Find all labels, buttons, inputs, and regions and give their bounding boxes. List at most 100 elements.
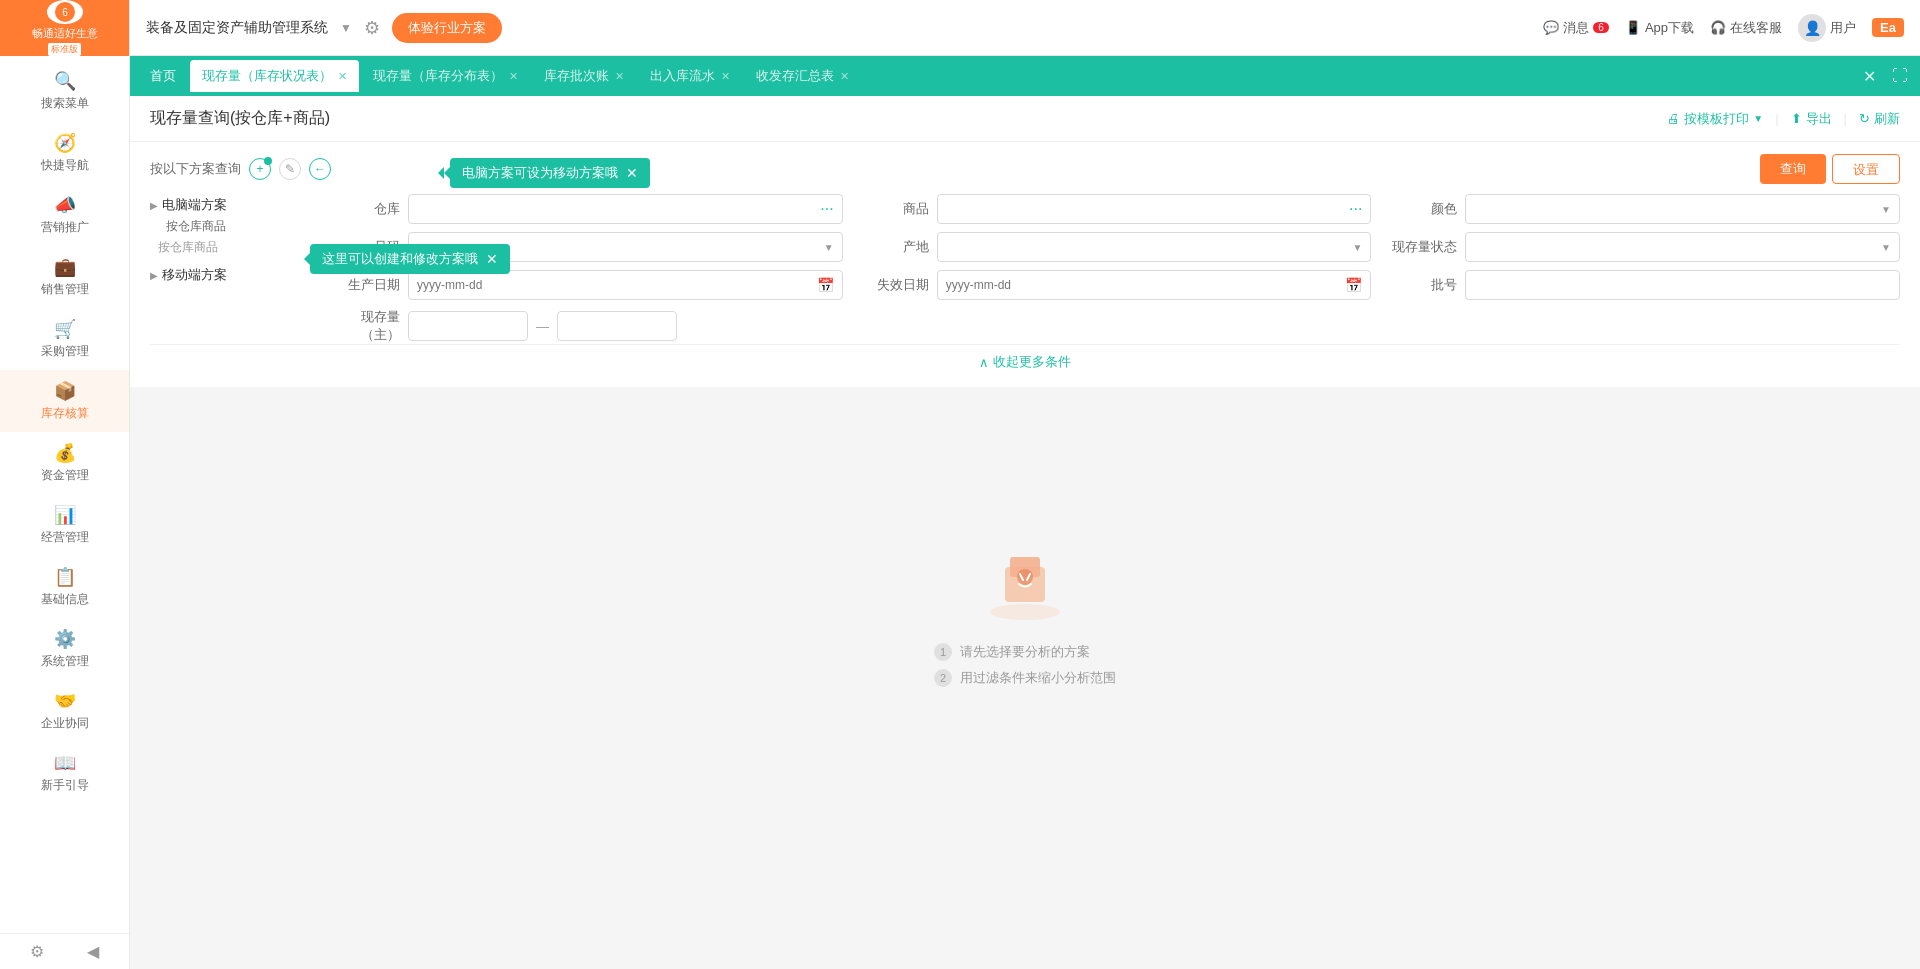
- header-dropdown-btn[interactable]: ▼: [340, 21, 352, 35]
- filter-area: 按以下方案查询 + ✎ ← 电脑方案可设为移动方案哦 ✕: [130, 142, 1920, 387]
- expire-date-input[interactable]: 📅: [937, 270, 1372, 300]
- export-btn[interactable]: ⬆ 导出: [1791, 110, 1832, 128]
- sidebar-item-label: 营销推广: [41, 219, 89, 236]
- sidebar-item-nav[interactable]: 🧭 快捷导航: [0, 122, 129, 184]
- sidebar-item-sales[interactable]: 💼 销售管理: [0, 246, 129, 308]
- pc-scheme-label: 电脑端方案: [162, 196, 227, 214]
- tab-close-icon[interactable]: ✕: [721, 70, 730, 83]
- search-btn[interactable]: 查询: [1760, 154, 1826, 184]
- goods-input[interactable]: ···: [937, 194, 1372, 224]
- sidebar-item-corp[interactable]: 🤝 企业协同: [0, 680, 129, 742]
- filter-row-4: 现存量（主） —: [330, 308, 1900, 344]
- stock-status-select[interactable]: ▼: [1465, 232, 1900, 262]
- header-industry-btn[interactable]: 体验行业方案: [392, 13, 502, 43]
- tab-close-icon[interactable]: ✕: [509, 70, 518, 83]
- produce-date-icon: 📅: [817, 277, 834, 293]
- msg-icon: 💬: [1543, 20, 1559, 35]
- goods-label: 商品: [859, 200, 929, 218]
- tab-summary[interactable]: 收发存汇总表 ✕: [744, 60, 861, 92]
- sidebar-item-purchase[interactable]: 🛒 采购管理: [0, 308, 129, 370]
- sidebar-settings-btn[interactable]: ⚙: [30, 942, 44, 961]
- mobile-scheme-label: 移动端方案: [162, 266, 227, 284]
- produce-date-input[interactable]: 📅: [408, 270, 843, 300]
- sidebar-item-label: 基础信息: [41, 591, 89, 608]
- pc-scheme-sub[interactable]: 按仓库商品: [150, 216, 310, 237]
- collapse-label: 收起更多条件: [993, 353, 1071, 371]
- basic-icon: 📋: [54, 566, 76, 588]
- fullscreen-btn[interactable]: ⛶: [1888, 63, 1912, 89]
- reset-btn[interactable]: 设置: [1832, 154, 1900, 184]
- sub-label: 按仓库商品: [166, 219, 226, 233]
- svg-point-5: [1017, 569, 1033, 585]
- tab-inout[interactable]: 出入库流水 ✕: [638, 60, 742, 92]
- header-settings-icon[interactable]: ⚙: [364, 17, 380, 39]
- origin-select[interactable]: ▼: [937, 232, 1372, 262]
- tab-close-icon[interactable]: ✕: [615, 70, 624, 83]
- sidebar-item-search[interactable]: 🔍 搜索菜单: [0, 60, 129, 122]
- sep1: |: [1775, 111, 1778, 126]
- export-icon: ⬆: [1791, 111, 1802, 126]
- stock-qty-min[interactable]: [408, 311, 528, 341]
- sidebar-item-basic[interactable]: 📋 基础信息: [0, 556, 129, 618]
- print-label: 按模板打印: [1684, 110, 1749, 128]
- tab-inventory-status[interactable]: 现存量（库存状况表） ✕: [190, 60, 359, 92]
- guide-icon: 📖: [54, 752, 76, 774]
- batch-no-label: 批号: [1387, 276, 1457, 294]
- content: 现存量查询(按仓库+商品) 🖨 按模板打印 ▼ | ⬆ 导出 | ↻ 刷新: [130, 96, 1920, 969]
- range-sep: —: [536, 319, 549, 334]
- create-tooltip-close-btn[interactable]: ✕: [486, 251, 498, 267]
- sidebar-item-label: 快捷导航: [41, 157, 89, 174]
- header-app[interactable]: 📱 App下载: [1625, 19, 1694, 37]
- filter-edit-btn[interactable]: ✎: [279, 158, 301, 180]
- field-expire-date: 失效日期 📅: [859, 270, 1372, 300]
- sidebar-item-inventory[interactable]: 📦 库存核算: [0, 370, 129, 432]
- tab-close-icon[interactable]: ✕: [338, 70, 347, 83]
- batch-no-input[interactable]: [1465, 270, 1900, 300]
- refresh-btn[interactable]: ↻ 刷新: [1859, 110, 1900, 128]
- mobile-scheme-item[interactable]: ▶ 移动端方案: [150, 264, 310, 286]
- search-icon: 🔍: [54, 70, 76, 92]
- expire-date-label: 失效日期: [859, 276, 929, 294]
- color-select[interactable]: ▼: [1465, 194, 1900, 224]
- field-origin: 产地 ▼: [859, 232, 1372, 262]
- sales-icon: 💼: [54, 256, 76, 278]
- warehouse-input[interactable]: ···: [408, 194, 843, 224]
- close-all-btn[interactable]: ✕: [1859, 63, 1880, 90]
- logo-text: 畅通适好生意: [32, 26, 98, 40]
- field-goods: 商品 ···: [859, 194, 1372, 224]
- filter-arrow-btn[interactable]: ←: [309, 158, 331, 180]
- field-stock-status: 现存量状态 ▼: [1387, 232, 1900, 262]
- tab-label: 库存批次账: [544, 67, 609, 85]
- scheme-tooltip: 电脑方案可设为移动方案哦 ✕: [450, 158, 650, 188]
- tooltip-close-btn[interactable]: ✕: [626, 165, 638, 181]
- warehouse-label: 仓库: [330, 200, 400, 218]
- header-msg[interactable]: 💬 消息 6: [1543, 19, 1609, 37]
- sidebar-collapse-btn[interactable]: ◀: [87, 942, 99, 961]
- expire-date-field[interactable]: [946, 278, 1343, 292]
- sidebar-item-operation[interactable]: 📊 经营管理: [0, 494, 129, 556]
- sidebar-item-marketing[interactable]: 📣 营销推广: [0, 184, 129, 246]
- edit-icon: ✎: [285, 162, 295, 176]
- tip-text-2: 用过滤条件来缩小分析范围: [960, 669, 1116, 687]
- collapse-bar[interactable]: ∧ 收起更多条件: [150, 344, 1900, 379]
- sidebar-item-guide[interactable]: 📖 新手引导: [0, 742, 129, 804]
- header-user[interactable]: 👤 用户: [1798, 14, 1856, 42]
- user-avatar: 👤: [1798, 14, 1826, 42]
- tab-close-icon[interactable]: ✕: [840, 70, 849, 83]
- tab-inventory-dist[interactable]: 现存量（库存分布表） ✕: [361, 60, 530, 92]
- color-label: 颜色: [1387, 200, 1457, 218]
- pc-scheme-item[interactable]: ▶ 电脑端方案: [150, 194, 310, 216]
- print-btn[interactable]: 🖨 按模板打印 ▼: [1667, 110, 1763, 128]
- field-batch-no: 批号: [1387, 270, 1900, 300]
- sidebar-logo: 6 畅通适好生意 标准版: [0, 0, 129, 56]
- produce-date-field[interactable]: [417, 278, 814, 292]
- header-support[interactable]: 🎧 在线客服: [1710, 19, 1782, 37]
- tab-home[interactable]: 首页: [138, 60, 188, 92]
- sidebar-item-label: 资金管理: [41, 467, 89, 484]
- sub2-label: 按仓库商品: [158, 240, 218, 254]
- sidebar-item-system[interactable]: ⚙️ 系统管理: [0, 618, 129, 680]
- tab-batch[interactable]: 库存批次账 ✕: [532, 60, 636, 92]
- filter-add-btn[interactable]: +: [249, 158, 271, 180]
- stock-qty-max[interactable]: [557, 311, 677, 341]
- sidebar-item-finance[interactable]: 💰 资金管理: [0, 432, 129, 494]
